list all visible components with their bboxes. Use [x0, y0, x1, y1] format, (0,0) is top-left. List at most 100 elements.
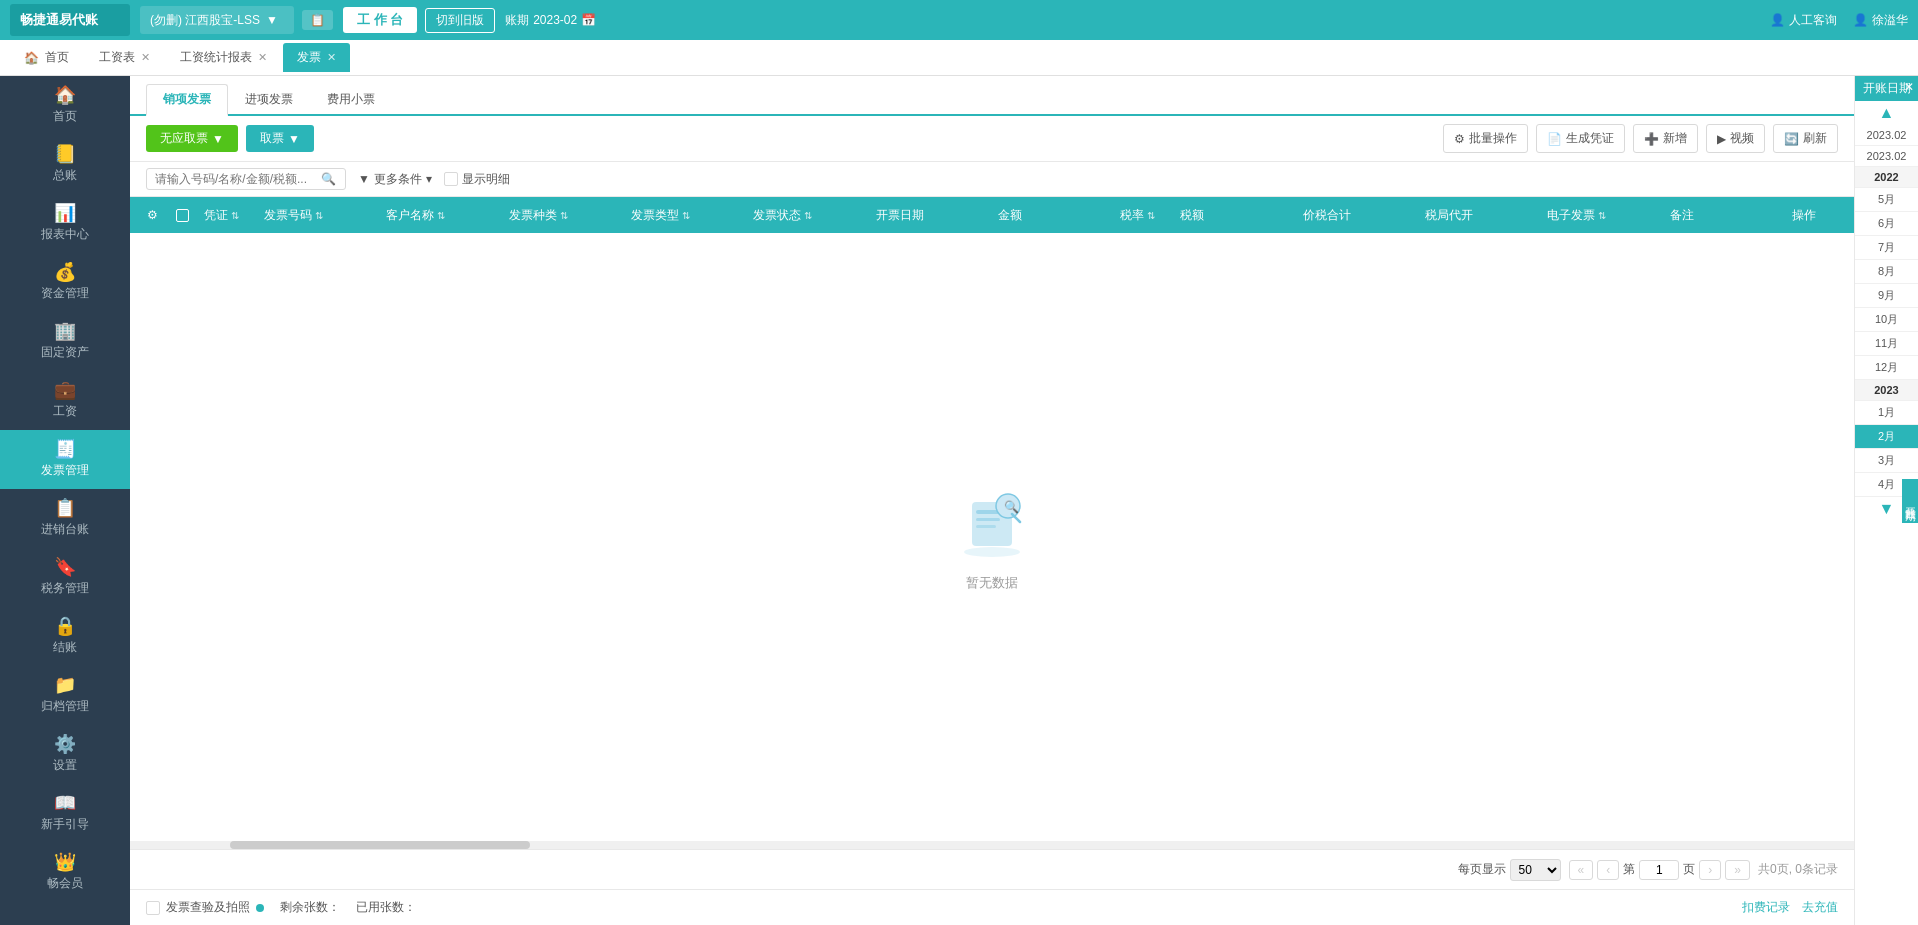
sidebar-label-sales: 进销台账 [41, 521, 89, 538]
calendar-icon[interactable]: 📅 [581, 13, 596, 27]
sidebar-label-assets: 固定资产 [41, 344, 89, 361]
sidebar-item-sales[interactable]: 📋 进销台账 [0, 489, 130, 548]
deduct-link[interactable]: 扣费记录 [1742, 899, 1790, 916]
scrollbar-thumb[interactable] [230, 841, 530, 849]
sidebar-item-ledger[interactable]: 📒 总账 [0, 135, 130, 194]
sidebar: 🏠 首页 📒 总账 📊 报表中心 💰 资金管理 🏢 固定资产 💼 工资 🧾 发票… [0, 76, 130, 925]
last-page-button[interactable]: » [1725, 860, 1750, 880]
expand-panel-button[interactable]: 开账日期 [1902, 479, 1918, 523]
home-icon: 🏠 [54, 86, 76, 104]
new-button[interactable]: ➕ 新增 [1633, 124, 1698, 153]
month-9[interactable]: 9月 [1855, 284, 1918, 308]
sidebar-item-archive[interactable]: 📁 归档管理 [0, 666, 130, 725]
ledger-icon: 📒 [54, 145, 76, 163]
user-avatar: 👤 [1853, 13, 1868, 27]
generate-cert-button[interactable]: 📄 生成凭证 [1536, 124, 1625, 153]
th-tax-code: 税局代开 [1419, 207, 1541, 224]
sub-tab-expense-receipt[interactable]: 费用小票 [310, 84, 392, 114]
show-detail[interactable]: 显示明细 [444, 171, 510, 188]
funds-icon: 💰 [54, 263, 76, 281]
copy-button[interactable]: 📋 [302, 10, 333, 30]
th-remark: 备注 [1664, 207, 1786, 224]
batch-ops-button[interactable]: ⚙ 批量操作 [1443, 124, 1528, 153]
tab-home[interactable]: 🏠 首页 [10, 43, 83, 72]
month-3[interactable]: 3月 [1855, 449, 1918, 473]
new-icon: ➕ [1644, 132, 1659, 146]
month-12[interactable]: 12月 [1855, 356, 1918, 380]
search-input[interactable] [155, 172, 315, 186]
horizontal-scrollbar[interactable] [130, 841, 1854, 849]
sub-tab-sales-invoice[interactable]: 销项发票 [146, 84, 228, 116]
toolbar: 无应取票 ▼ 取票 ▼ ⚙ 批量操作 📄 生成凭证 ➕ 新增 [130, 116, 1854, 162]
search-wrap: 🔍 [146, 168, 346, 190]
sidebar-item-newbie[interactable]: 📖 新手引导 [0, 784, 130, 843]
th-checkbox[interactable] [166, 209, 198, 222]
header-checkbox[interactable] [176, 209, 189, 222]
company-name: (勿删) 江西股宝-LSS [150, 12, 260, 29]
date-entry-2023-02-b[interactable]: 2023.02 [1855, 146, 1918, 167]
footer-checkbox[interactable] [146, 901, 160, 915]
sidebar-item-close[interactable]: 🔒 结账 [0, 607, 130, 666]
more-conditions[interactable]: ▼ 更多条件 ▾ [358, 171, 432, 188]
th-settings[interactable]: ⚙ [138, 208, 166, 222]
month-10[interactable]: 10月 [1855, 308, 1918, 332]
no-invoice-button[interactable]: 无应取票 ▼ [146, 125, 238, 152]
page-input[interactable] [1639, 860, 1679, 880]
support-item[interactable]: 👤 人工客询 [1770, 12, 1837, 29]
check-label: 发票查验及拍照 [166, 899, 250, 916]
page-size-label: 每页显示 [1458, 861, 1506, 878]
sort-icon-invoice-no: ⇅ [315, 210, 323, 221]
prev-page-button[interactable]: ‹ [1597, 860, 1619, 880]
date-entry-2023-02-a[interactable]: 2023.02 [1855, 125, 1918, 146]
tab-invoice[interactable]: 发票 ✕ [283, 43, 350, 72]
month-5[interactable]: 5月 [1855, 188, 1918, 212]
company-selector[interactable]: (勿删) 江西股宝-LSS ▼ [140, 6, 294, 34]
next-page-button[interactable]: › [1699, 860, 1721, 880]
first-page-button[interactable]: « [1569, 860, 1594, 880]
archive-icon: 📁 [54, 676, 76, 694]
sort-icon-cert: ⇅ [231, 210, 239, 221]
date-panel-header[interactable]: 开账日期 ✕ [1855, 76, 1918, 101]
page-size-dropdown[interactable]: 50 10 20 100 [1510, 859, 1561, 881]
sidebar-item-salary[interactable]: 💼 工资 [0, 371, 130, 430]
refresh-button[interactable]: 🔄 刷新 [1773, 124, 1838, 153]
recharge-link[interactable]: 去充值 [1802, 899, 1838, 916]
month-8[interactable]: 8月 [1855, 260, 1918, 284]
sidebar-item-assets[interactable]: 🏢 固定资产 [0, 312, 130, 371]
tab-salary-table-close[interactable]: ✕ [141, 52, 150, 63]
remain-info: 剩余张数： [280, 899, 340, 916]
user-item[interactable]: 👤 徐溢华 [1853, 12, 1908, 29]
scroll-up-button[interactable]: ▲ [1855, 101, 1918, 125]
month-6[interactable]: 6月 [1855, 212, 1918, 236]
show-detail-checkbox[interactable] [444, 172, 458, 186]
month-2-active[interactable]: 2月 [1855, 425, 1918, 449]
tab-salary-stats-close[interactable]: ✕ [258, 52, 267, 63]
sidebar-item-funds[interactable]: 💰 资金管理 [0, 253, 130, 312]
tab-salary-stats[interactable]: 工资统计报表 ✕ [166, 43, 281, 72]
sidebar-item-vip[interactable]: 👑 畅会员 [0, 843, 130, 902]
empty-text: 暂无数据 [966, 574, 1018, 592]
toolbar-right: ⚙ 批量操作 📄 生成凭证 ➕ 新增 ▶ 视频 🔄 刷新 [1443, 124, 1838, 153]
sidebar-label-ledger: 总账 [53, 167, 77, 184]
sidebar-item-settings[interactable]: ⚙️ 设置 [0, 725, 130, 784]
tab-invoice-close[interactable]: ✕ [327, 52, 336, 63]
month-7[interactable]: 7月 [1855, 236, 1918, 260]
sub-tab-purchase-invoice[interactable]: 进项发票 [228, 84, 310, 114]
tab-salary-table[interactable]: 工资表 ✕ [85, 43, 164, 72]
month-11[interactable]: 11月 [1855, 332, 1918, 356]
invoice-button[interactable]: 取票 ▼ [246, 125, 314, 152]
month-1[interactable]: 1月 [1855, 401, 1918, 425]
video-button[interactable]: ▶ 视频 [1706, 124, 1765, 153]
page-size-select: 每页显示 50 10 20 100 [1458, 859, 1561, 881]
sales-icon: 📋 [54, 499, 76, 517]
sidebar-item-tax[interactable]: 🔖 税务管理 [0, 548, 130, 607]
date-panel-close-button[interactable]: ✕ [1904, 80, 1914, 94]
switch-version-button[interactable]: 切到旧版 [425, 8, 495, 33]
sidebar-item-invoice[interactable]: 🧾 发票管理 [0, 430, 130, 489]
sidebar-item-home[interactable]: 🏠 首页 [0, 76, 130, 135]
page-nav: « ‹ 第 页 › » [1569, 860, 1750, 880]
workbench-button[interactable]: 工 作 台 [343, 7, 417, 33]
sidebar-item-report[interactable]: 📊 报表中心 [0, 194, 130, 253]
salary-icon: 💼 [54, 381, 76, 399]
svg-rect-3 [976, 518, 1000, 521]
